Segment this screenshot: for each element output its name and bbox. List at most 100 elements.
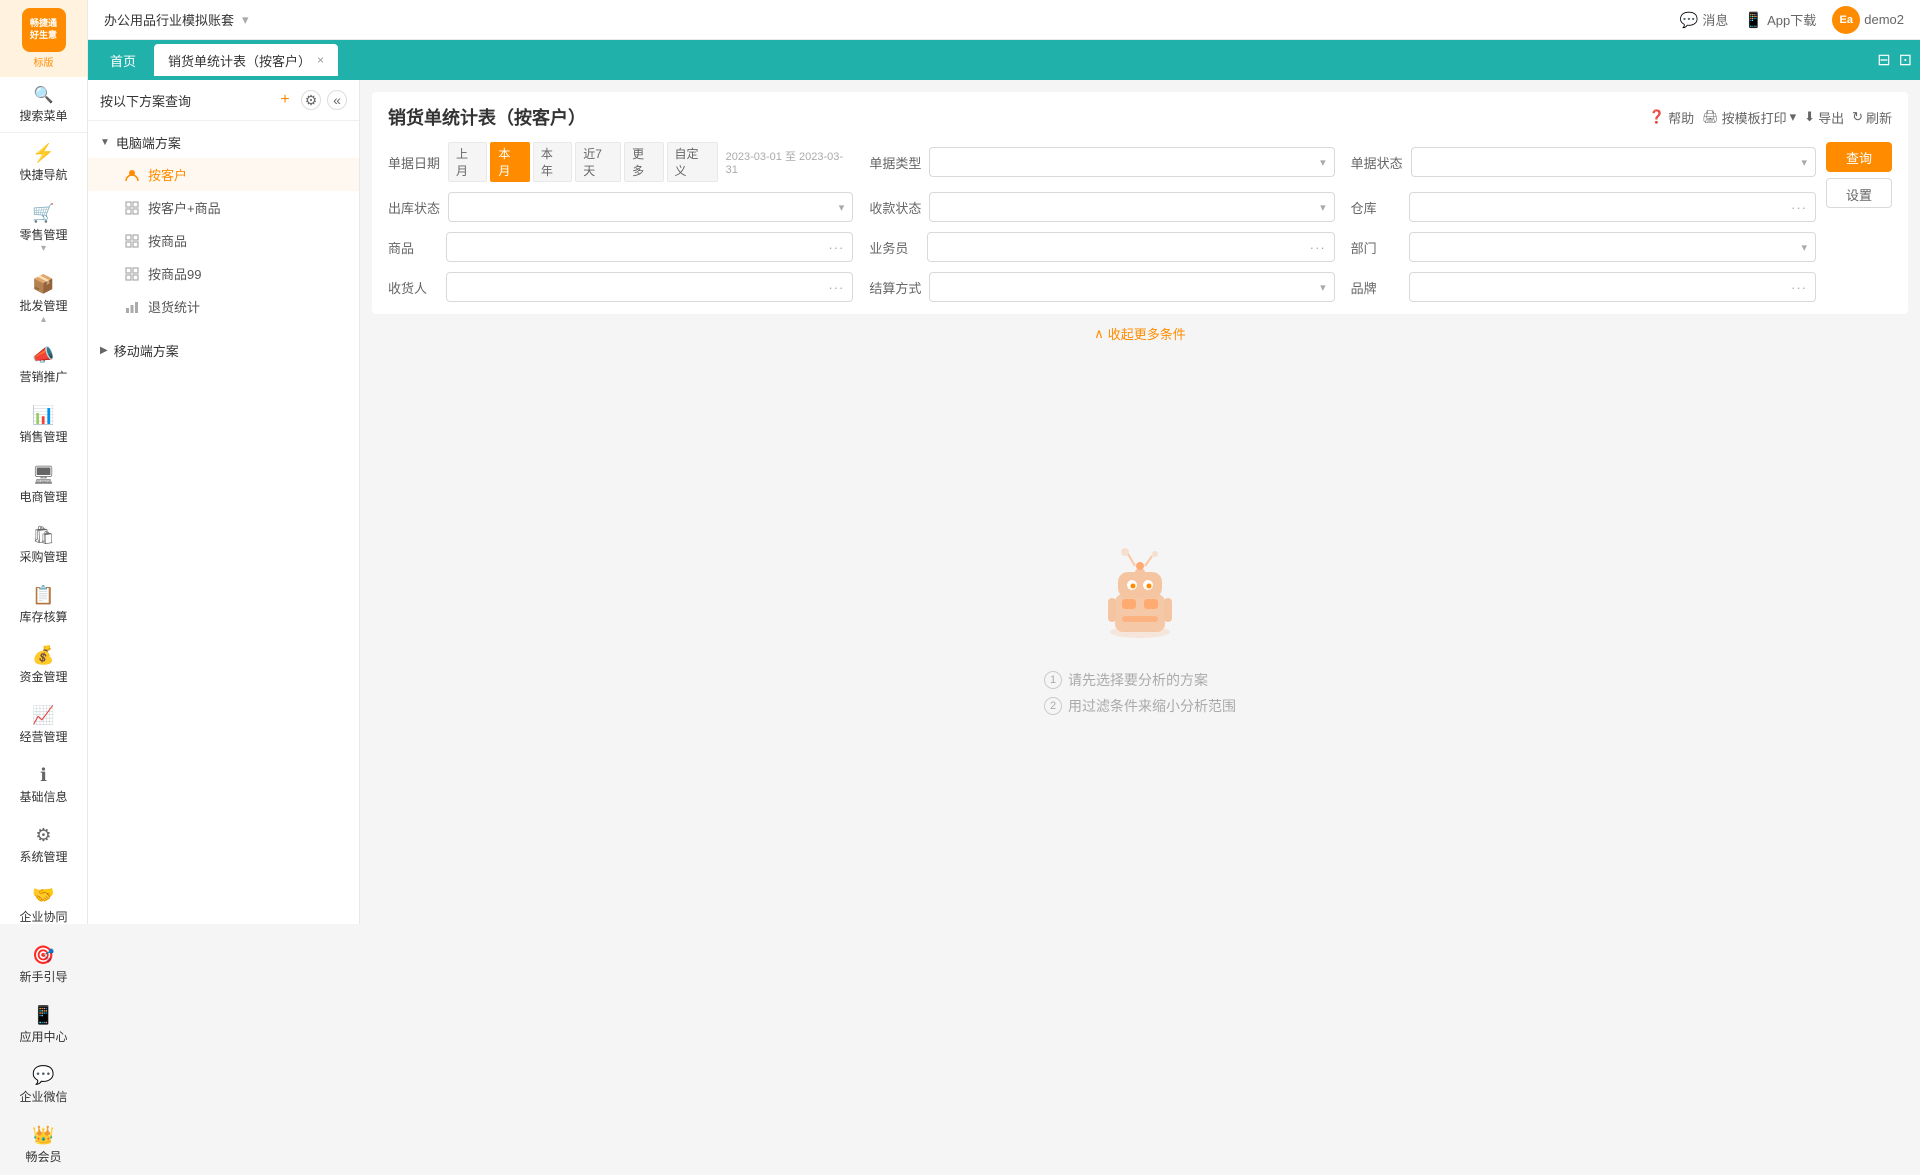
wechat-icon: 💬 [32, 1065, 54, 1086]
scheme-item-by-customer[interactable]: 按客户 [88, 158, 359, 191]
main-area: 办公用品行业模拟账套 ▾ 💬 消息 📱 App下载 Ea demo2 首页 [88, 0, 1920, 924]
sidebar-item-marketing[interactable]: 📣 营销推广 [0, 335, 87, 395]
tip-1: 1 请先选择要分析的方案 [1044, 670, 1236, 690]
user-avatar-text: Ea [1840, 14, 1853, 26]
help-action[interactable]: ❓ 帮助 [1649, 108, 1694, 127]
action-buttons: 查询 设置 [1826, 142, 1892, 208]
payment-arrow: ▾ [1320, 201, 1326, 214]
payment-input[interactable]: ▾ [929, 192, 1334, 222]
operations-label: 经营管理 [19, 728, 67, 745]
scheme-panel: 按以下方案查询 + ⚙ « ▼ 电脑端方案 按客户 [88, 80, 360, 924]
receiver-input[interactable]: ··· [446, 272, 853, 302]
date-label: 单据日期 [388, 153, 440, 172]
filter-section: 单据日期 上月 本月 本年 近7天 更多 自定义 [388, 142, 1892, 302]
sidebar-item-member[interactable]: 👑 畅会员 [0, 1115, 87, 1175]
sidebar-item-apps[interactable]: 📱 应用中心 [0, 995, 87, 1055]
date-pill-this-year[interactable]: 本年 [533, 142, 572, 182]
sidebar-item-wechat[interactable]: 💬 企业微信 [0, 1055, 87, 1115]
sidebar-item-system[interactable]: ⚙ 系统管理 [0, 815, 87, 875]
tab-minimize-icon[interactable]: ⊟ [1877, 50, 1890, 70]
sidebar-item-operations[interactable]: 📈 经营管理 [0, 695, 87, 755]
scheme-item-by-customer-goods[interactable]: 按客户+商品 [88, 191, 359, 224]
retail-icon: 🛒 [32, 203, 54, 224]
print-icon: 🖨 [1702, 109, 1719, 125]
return-stats-icon [124, 299, 140, 315]
sidebar-item-purchase[interactable]: 🛍 采购管理 [0, 515, 87, 575]
print-action[interactable]: 🖨 按模板打印 ▾ [1702, 108, 1796, 127]
date-pill-custom[interactable]: 自定义 [667, 142, 718, 182]
sidebar-item-newbie[interactable]: 🎯 新手引导 [0, 935, 87, 995]
sidebar-search[interactable]: 🔍 搜索菜单 [0, 77, 87, 133]
logo-icon: 畅捷通好生意 [22, 8, 66, 52]
sidebar-item-quick-nav[interactable]: ⚡ 快捷导航 [0, 133, 87, 193]
message-btn[interactable]: 💬 消息 [1680, 10, 1729, 29]
scheme-item-return-stats[interactable]: 退货统计 [88, 290, 359, 323]
filter-date-row: 单据日期 上月 本月 本年 近7天 更多 自定义 [388, 142, 853, 182]
filter-row-1: 单据日期 上月 本月 本年 近7天 更多 自定义 [388, 142, 1816, 182]
tab-close-btn[interactable]: × [317, 53, 324, 67]
filter-row-3: 商品 ··· 业务员 ··· [388, 232, 1816, 262]
sidebar-logo[interactable]: 畅捷通好生意 标版 [0, 0, 87, 77]
tip-2-text: 用过滤条件来缩小分析范围 [1068, 696, 1236, 716]
single-type-arrow: ▾ [1320, 156, 1326, 169]
brand-input[interactable]: ··· [1409, 272, 1816, 302]
warehouse-input[interactable]: ··· [1409, 192, 1816, 222]
sidebar-item-ecommerce[interactable]: 🖥 电商管理 [0, 455, 87, 515]
sidebar-item-wholesale[interactable]: 📦 批发管理 ▴ [0, 264, 87, 335]
date-pill-last-month[interactable]: 上月 [448, 142, 487, 182]
print-dropdown-icon: ▾ [1790, 109, 1797, 125]
scheme-settings-btn[interactable]: ⚙ [301, 90, 321, 110]
tip-1-text: 请先选择要分析的方案 [1068, 670, 1208, 690]
scheme-collapse-btn[interactable]: « [327, 90, 347, 110]
logo-subtitle: 标版 [34, 54, 54, 69]
desktop-section-label: 电脑端方案 [116, 133, 181, 152]
tab-home[interactable]: 首页 [96, 44, 150, 76]
page-title: 销货单统计表（按客户） [388, 104, 586, 130]
sidebar-item-enterprise[interactable]: 🤝 企业协同 [0, 875, 87, 935]
date-pill-this-month[interactable]: 本月 [490, 142, 529, 182]
user-profile-btn[interactable]: Ea demo2 [1832, 6, 1904, 34]
app-download-btn[interactable]: 📱 App下载 [1744, 10, 1816, 29]
tab-maximize-icon[interactable]: ⊡ [1899, 50, 1912, 70]
sidebar-item-sales[interactable]: 📊 销售管理 [0, 395, 87, 455]
salesperson-input[interactable]: ··· [927, 232, 1334, 262]
single-status-input[interactable]: ▾ [1411, 147, 1816, 177]
date-pill-last7[interactable]: 近7天 [575, 142, 621, 182]
sidebar-item-finance[interactable]: 💰 资金管理 [0, 635, 87, 695]
sidebar-item-inventory[interactable]: 📋 库存核算 [0, 575, 87, 635]
settlement-input[interactable]: ▾ [929, 272, 1334, 302]
settings-button[interactable]: 设置 [1826, 178, 1892, 208]
scheme-add-btn[interactable]: + [275, 90, 295, 110]
app-download-label: App下载 [1767, 10, 1816, 29]
app-download-icon: 📱 [1744, 11, 1763, 29]
sidebar-item-retail[interactable]: 🛒 零售管理 ▾ [0, 193, 87, 264]
user-name: demo2 [1864, 12, 1904, 27]
department-input[interactable]: ▾ [1409, 232, 1816, 262]
ecommerce-label: 电商管理 [19, 488, 67, 505]
industry-dropdown-icon[interactable]: ▾ [242, 12, 249, 28]
date-filter: 上月 本月 本年 近7天 更多 自定义 2023-03-01 至 2023-03… [448, 142, 853, 182]
department-label: 部门 [1351, 238, 1401, 257]
empty-state: 1 请先选择要分析的方案 2 用过滤条件来缩小分析范围 [372, 353, 1908, 912]
collapse-label: 收起更多条件 [1108, 324, 1186, 343]
page-title-row: 销货单统计表（按客户） ❓ 帮助 🖨 按模板打印 ▾ ⬇ [388, 104, 1892, 130]
export-action[interactable]: ⬇ 导出 [1804, 108, 1844, 127]
refresh-action[interactable]: ↻ 刷新 [1852, 108, 1892, 127]
out-status-input[interactable]: ▾ [448, 192, 853, 222]
tip-2: 2 用过滤条件来缩小分析范围 [1044, 696, 1236, 716]
empty-illustration [1080, 544, 1200, 644]
collapse-bar[interactable]: ∧ 收起更多条件 [372, 324, 1908, 343]
scheme-item-by-goods-99[interactable]: 按商品99 [88, 257, 359, 290]
date-pill-more[interactable]: 更多 [624, 142, 663, 182]
goods-input[interactable]: ··· [446, 232, 853, 262]
scheme-item-by-goods[interactable]: 按商品 [88, 224, 359, 257]
tab-sales-stats[interactable]: 销货单统计表（按客户） × [154, 44, 338, 76]
single-type-input[interactable]: ▾ [929, 147, 1334, 177]
desktop-section-title[interactable]: ▼ 电脑端方案 [88, 127, 359, 158]
sidebar-item-basic[interactable]: ℹ 基础信息 [0, 755, 87, 815]
enterprise-label: 企业协同 [19, 908, 67, 925]
scheme-section-desktop: ▼ 电脑端方案 按客户 按客户+商品 [88, 121, 359, 329]
query-button[interactable]: 查询 [1826, 142, 1892, 172]
mobile-section-title[interactable]: ▶ 移动端方案 [88, 335, 359, 366]
by-customer-label: 按客户 [148, 165, 187, 184]
